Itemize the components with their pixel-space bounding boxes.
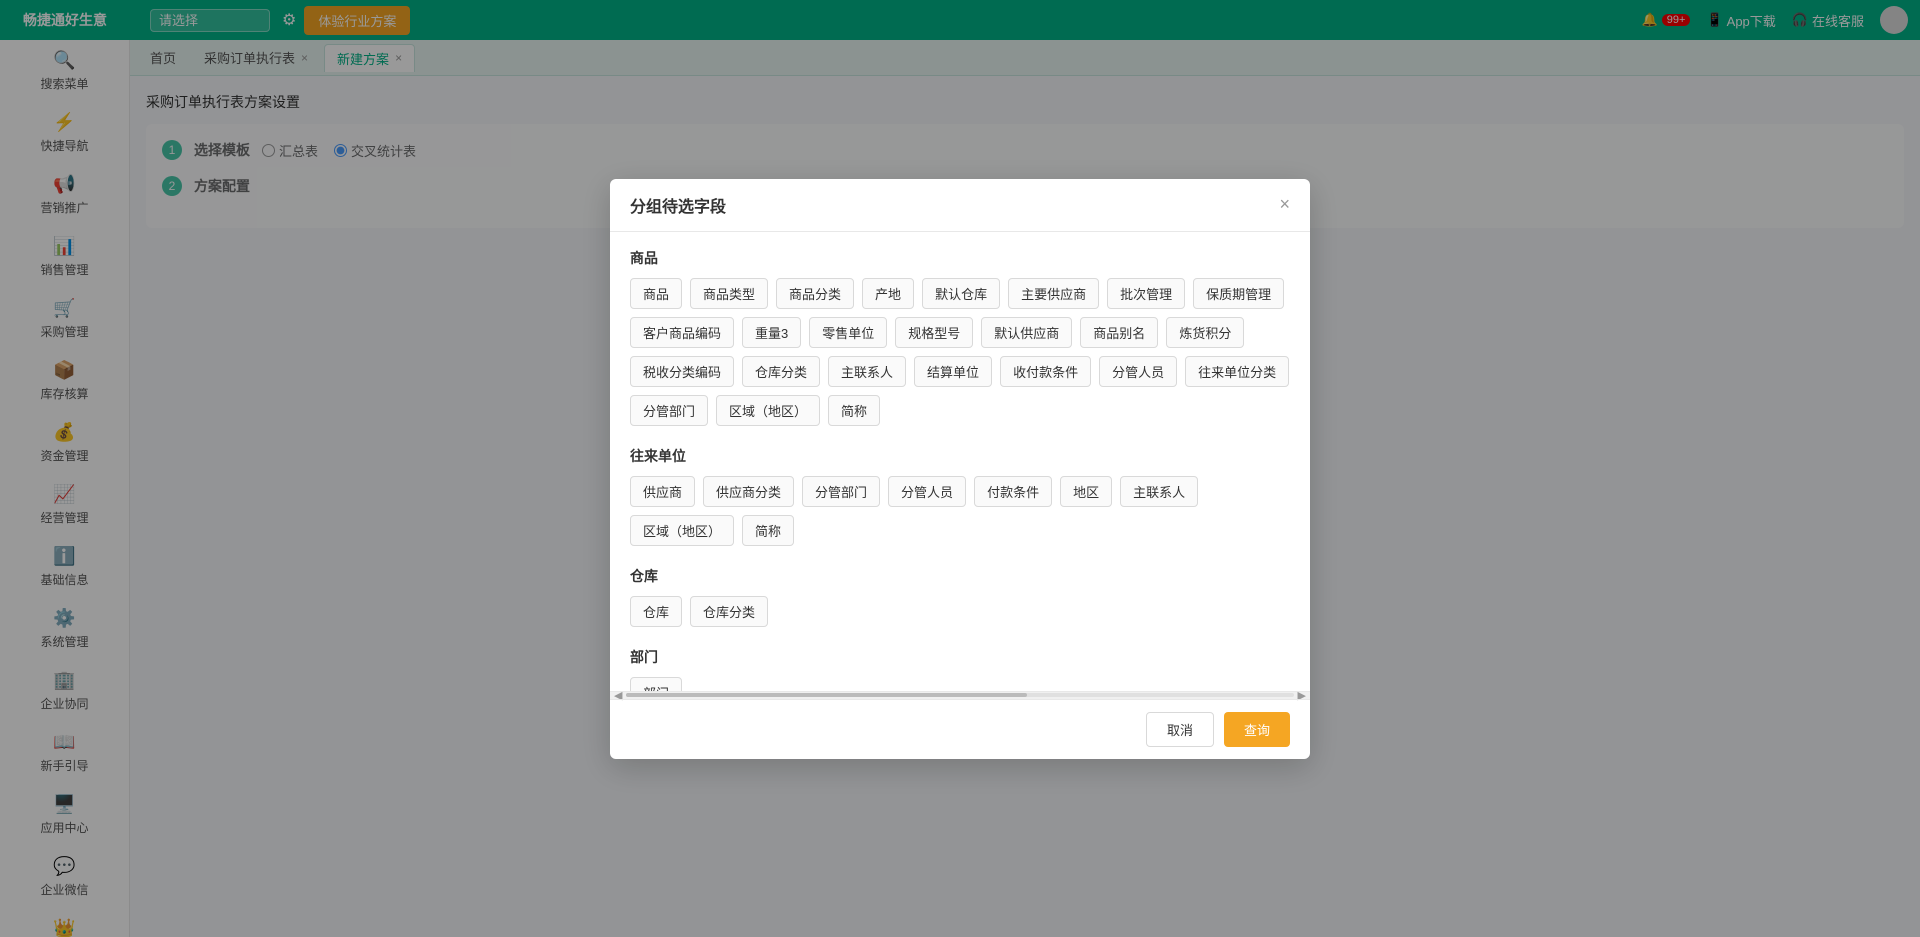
field-section-3: 部门部门 xyxy=(630,647,1290,691)
modal-close-btn[interactable]: × xyxy=(1279,194,1290,215)
modal-title: 分组待选字段 xyxy=(630,193,726,217)
field-tag-2-0[interactable]: 仓库 xyxy=(630,596,682,627)
field-tags-1: 供应商供应商分类分管部门分管人员付款条件地区主联系人区域（地区） 简称 xyxy=(630,476,1290,546)
field-section-2: 仓库仓库仓库分类 xyxy=(630,566,1290,627)
field-tag-0-1[interactable]: 商品类型 xyxy=(690,278,768,309)
modal-dialog: 分组待选字段 × 商品商品商品类型商品分类产地默认仓库主要供应商批次管理保质期管… xyxy=(610,179,1310,759)
scroll-indicator: ◀ ▶ xyxy=(610,691,1310,699)
field-tag-0-14[interactable]: 炼货积分 xyxy=(1166,317,1244,348)
cancel-button[interactable]: 取消 xyxy=(1146,712,1214,747)
modal-footer: 取消 查询 xyxy=(610,699,1310,759)
field-tag-0-12[interactable]: 默认供应商 xyxy=(981,317,1072,348)
section-title-1: 往来单位 xyxy=(630,446,1290,466)
field-tag-0-7[interactable]: 保质期管理 xyxy=(1193,278,1284,309)
field-tag-0-4[interactable]: 默认仓库 xyxy=(922,278,1000,309)
modal-overlay: 分组待选字段 × 商品商品商品类型商品分类产地默认仓库主要供应商批次管理保质期管… xyxy=(0,0,1920,937)
field-tag-1-6[interactable]: 主联系人 xyxy=(1120,476,1198,507)
scroll-track xyxy=(626,693,1293,697)
field-tag-0-16[interactable]: 仓库分类 xyxy=(742,356,820,387)
field-tag-0-20[interactable]: 分管人员 xyxy=(1099,356,1177,387)
field-tag-0-24[interactable]: 简称 xyxy=(828,395,880,426)
confirm-button[interactable]: 查询 xyxy=(1224,712,1290,747)
field-tag-0-23[interactable]: 区域（地区） xyxy=(716,395,820,426)
field-tag-0-18[interactable]: 结算单位 xyxy=(914,356,992,387)
field-tag-0-11[interactable]: 规格型号 xyxy=(895,317,973,348)
field-tag-0-8[interactable]: 客户商品编码 xyxy=(630,317,734,348)
field-tags-3: 部门 xyxy=(630,677,1290,691)
field-tag-0-15[interactable]: 税收分类编码 xyxy=(630,356,734,387)
scroll-thumb xyxy=(626,693,1026,697)
field-tag-1-5[interactable]: 地区 xyxy=(1060,476,1112,507)
section-title-3: 部门 xyxy=(630,647,1290,667)
field-tag-0-5[interactable]: 主要供应商 xyxy=(1008,278,1099,309)
field-section-0: 商品商品商品类型商品分类产地默认仓库主要供应商批次管理保质期管理客户商品编码重量… xyxy=(630,248,1290,426)
field-tags-2: 仓库仓库分类 xyxy=(630,596,1290,627)
field-tag-0-19[interactable]: 收付款条件 xyxy=(1000,356,1091,387)
field-tag-3-0[interactable]: 部门 xyxy=(630,677,682,691)
field-tag-0-22[interactable]: 分管部门 xyxy=(630,395,708,426)
field-tag-0-3[interactable]: 产地 xyxy=(862,278,914,309)
modal-body: 商品商品商品类型商品分类产地默认仓库主要供应商批次管理保质期管理客户商品编码重量… xyxy=(610,232,1310,691)
section-title-2: 仓库 xyxy=(630,566,1290,586)
modal-header: 分组待选字段 × xyxy=(610,179,1310,232)
field-tag-0-6[interactable]: 批次管理 xyxy=(1107,278,1185,309)
field-tag-1-0[interactable]: 供应商 xyxy=(630,476,695,507)
field-tag-0-9[interactable]: 重量3 xyxy=(742,317,801,348)
field-tag-0-21[interactable]: 往来单位分类 xyxy=(1185,356,1289,387)
field-tag-0-13[interactable]: 商品别名 xyxy=(1080,317,1158,348)
field-section-1: 往来单位供应商供应商分类分管部门分管人员付款条件地区主联系人区域（地区） 简称 xyxy=(630,446,1290,546)
field-tag-1-1[interactable]: 供应商分类 xyxy=(703,476,794,507)
field-tag-0-17[interactable]: 主联系人 xyxy=(828,356,906,387)
section-title-0: 商品 xyxy=(630,248,1290,268)
field-tag-2-1[interactable]: 仓库分类 xyxy=(690,596,768,627)
field-tag-1-3[interactable]: 分管人员 xyxy=(888,476,966,507)
field-tag-1-2[interactable]: 分管部门 xyxy=(802,476,880,507)
field-tag-1-4[interactable]: 付款条件 xyxy=(974,476,1052,507)
field-tag-0-0[interactable]: 商品 xyxy=(630,278,682,309)
field-tag-0-2[interactable]: 商品分类 xyxy=(776,278,854,309)
field-tags-0: 商品商品类型商品分类产地默认仓库主要供应商批次管理保质期管理客户商品编码重量3 零… xyxy=(630,278,1290,426)
field-tag-1-7[interactable]: 区域（地区） xyxy=(630,515,734,546)
field-tag-0-10[interactable]: 零售单位 xyxy=(809,317,887,348)
field-tag-1-8[interactable]: 简称 xyxy=(742,515,794,546)
